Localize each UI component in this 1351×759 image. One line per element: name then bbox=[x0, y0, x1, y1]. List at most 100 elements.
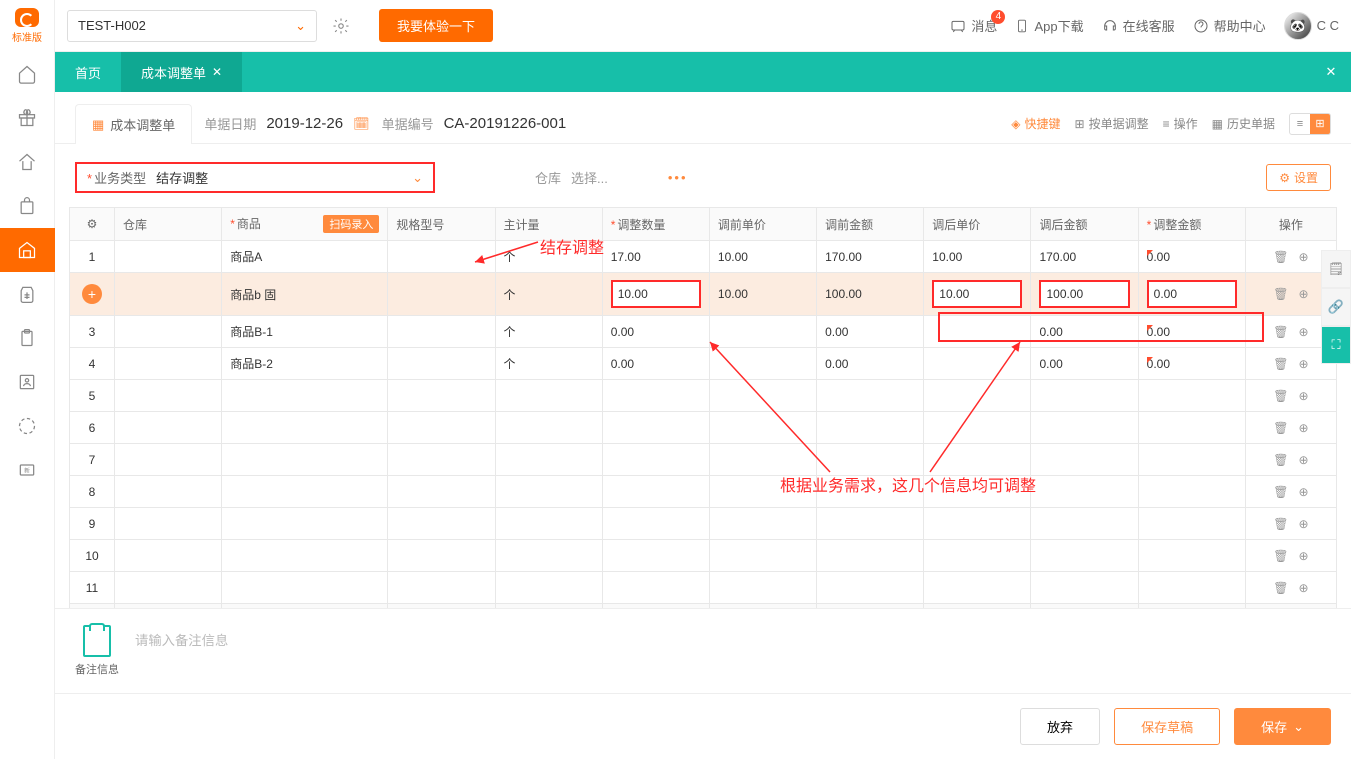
table-row[interactable]: 8🗑⊕ bbox=[70, 476, 1337, 508]
app-download-link[interactable]: App下载 bbox=[1015, 16, 1083, 35]
nav-loading-icon[interactable] bbox=[0, 404, 55, 448]
right-rail: 🗒 🔗 ⛶ bbox=[1321, 250, 1351, 364]
table-row[interactable]: 10🗑⊕ bbox=[70, 540, 1337, 572]
gear-column-icon[interactable]: ⚙ bbox=[70, 208, 115, 241]
message-badge: 4 bbox=[991, 10, 1005, 24]
date-label: 单据日期 bbox=[204, 114, 256, 133]
copy-icon[interactable]: ⊕ bbox=[1299, 549, 1309, 563]
view-toggle[interactable]: ≡ ⊞ bbox=[1289, 113, 1331, 135]
table-row[interactable]: 11🗑⊕ bbox=[70, 572, 1337, 604]
sidebar: 标准版 新 bbox=[0, 0, 55, 759]
data-table: ⚙ 仓库 *商品扫码录入 规格型号 主计量 *调整数量 调前单价 调前金额 调后… bbox=[55, 207, 1351, 608]
messages-link[interactable]: 消息 4 bbox=[950, 16, 997, 35]
save-button[interactable]: 保存⌄ bbox=[1234, 708, 1331, 745]
ops-link[interactable]: ≡ 操作 bbox=[1163, 115, 1198, 132]
avatar: 🐼 bbox=[1284, 12, 1312, 40]
help-link[interactable]: 帮助中心 bbox=[1193, 16, 1266, 35]
tab-home[interactable]: 首页 bbox=[55, 52, 121, 92]
chevron-down-icon: ⌄ bbox=[412, 170, 423, 186]
scan-button[interactable]: 扫码录入 bbox=[323, 215, 379, 233]
copy-icon[interactable]: ⊕ bbox=[1299, 250, 1309, 264]
copy-icon[interactable]: ⊕ bbox=[1299, 421, 1309, 435]
filter-row: *业务类型 结存调整 ⌄ 仓库 选择... ••• ⚙ 设置 bbox=[55, 144, 1351, 207]
chevron-down-icon: ⌄ bbox=[295, 18, 306, 34]
nav-up-icon[interactable] bbox=[0, 140, 55, 184]
trial-button[interactable]: 我要体验一下 bbox=[379, 9, 493, 42]
biz-type-field[interactable]: *业务类型 结存调整 ⌄ bbox=[75, 162, 435, 193]
docno-label: 单据编号 bbox=[382, 114, 434, 133]
copy-icon[interactable]: ⊕ bbox=[1299, 357, 1309, 371]
gear-icon[interactable] bbox=[327, 12, 355, 40]
rail-note-icon[interactable]: 🗒 bbox=[1321, 250, 1351, 288]
nav-home-icon[interactable] bbox=[0, 52, 55, 96]
note-input[interactable] bbox=[135, 625, 1331, 656]
tabs-bar: 首页 成本调整单 ✕ ✕ bbox=[55, 52, 1351, 92]
note-section: 备注信息 bbox=[55, 608, 1351, 693]
chevron-down-icon: ⌄ bbox=[1293, 719, 1304, 735]
doc-tab[interactable]: ▦ 成本调整单 bbox=[75, 104, 192, 144]
delete-icon[interactable]: 🗑 bbox=[1273, 581, 1288, 595]
table-row[interactable]: 1商品A个17.0010.00170.0010.00170.000.00🗑⊕ bbox=[70, 241, 1337, 273]
nav-person-icon[interactable] bbox=[0, 360, 55, 404]
delete-icon[interactable]: 🗑 bbox=[1273, 250, 1288, 264]
topbar: TEST-H002 ⌄ 我要体验一下 消息 4 App下载 在 bbox=[55, 0, 1351, 52]
tab-cost-adjust[interactable]: 成本调整单 ✕ bbox=[121, 52, 242, 92]
nav-bag-icon[interactable] bbox=[0, 184, 55, 228]
doc-header: ▦ 成本调整单 单据日期 2019-12-26 🗓 单据编号 CA-201912… bbox=[55, 92, 1351, 144]
table-row[interactable]: 4商品B-2个0.000.000.000.00🗑⊕ bbox=[70, 348, 1337, 380]
copy-icon[interactable]: ⊕ bbox=[1299, 287, 1309, 301]
doc-icon: ▦ bbox=[92, 117, 104, 133]
nav-money-icon[interactable] bbox=[0, 272, 55, 316]
delete-icon[interactable]: 🗑 bbox=[1273, 421, 1288, 435]
nav-new-icon[interactable]: 新 bbox=[0, 448, 55, 492]
calendar-icon[interactable]: 🗓 bbox=[353, 116, 370, 132]
table-row[interactable]: 3商品B-1个0.000.000.000.00🗑⊕ bbox=[70, 316, 1337, 348]
history-link[interactable]: ▦ 历史单据 bbox=[1212, 115, 1275, 132]
delete-icon[interactable]: 🗑 bbox=[1273, 287, 1288, 301]
save-draft-button[interactable]: 保存草稿 bbox=[1114, 708, 1220, 745]
copy-icon[interactable]: ⊕ bbox=[1299, 325, 1309, 339]
table-row[interactable]: 9🗑⊕ bbox=[70, 508, 1337, 540]
table-row[interactable]: 7🗑⊕ bbox=[70, 444, 1337, 476]
note-icon bbox=[83, 625, 111, 657]
warehouse-field[interactable]: 仓库 选择... bbox=[535, 168, 608, 187]
copy-icon[interactable]: ⊕ bbox=[1299, 453, 1309, 467]
delete-icon[interactable]: 🗑 bbox=[1273, 517, 1288, 531]
more-icon[interactable]: ••• bbox=[668, 170, 688, 185]
nav-clipboard-icon[interactable] bbox=[0, 316, 55, 360]
delete-icon[interactable]: 🗑 bbox=[1273, 357, 1288, 371]
tenant-select[interactable]: TEST-H002 ⌄ bbox=[67, 10, 317, 42]
tenant-name: TEST-H002 bbox=[78, 18, 146, 33]
service-link[interactable]: 在线客服 bbox=[1102, 16, 1175, 35]
date-value[interactable]: 2019-12-26 bbox=[266, 115, 343, 132]
close-icon[interactable]: ✕ bbox=[212, 65, 222, 79]
copy-icon[interactable]: ⊕ bbox=[1299, 581, 1309, 595]
rail-expand-icon[interactable]: ⛶ bbox=[1321, 326, 1351, 364]
nav-warehouse-icon[interactable] bbox=[0, 228, 55, 272]
delete-icon[interactable]: 🗑 bbox=[1273, 453, 1288, 467]
copy-icon[interactable]: ⊕ bbox=[1299, 517, 1309, 531]
svg-text:新: 新 bbox=[24, 467, 30, 475]
discard-button[interactable]: 放弃 bbox=[1020, 708, 1100, 745]
nav-gift-icon[interactable] bbox=[0, 96, 55, 140]
table-row[interactable]: 5🗑⊕ bbox=[70, 380, 1337, 412]
user-menu[interactable]: 🐼 C C bbox=[1284, 12, 1339, 40]
table-row[interactable]: +商品b 固个10.0010.00100.0010.00100.000.00🗑⊕ bbox=[70, 273, 1337, 316]
delete-icon[interactable]: 🗑 bbox=[1273, 325, 1288, 339]
gear-icon: ⚙ bbox=[1279, 171, 1290, 185]
logo: 标准版 bbox=[9, 8, 45, 44]
delete-icon[interactable]: 🗑 bbox=[1273, 485, 1288, 499]
table-row[interactable]: 6🗑⊕ bbox=[70, 412, 1337, 444]
copy-icon[interactable]: ⊕ bbox=[1299, 485, 1309, 499]
view-grid-icon[interactable]: ⊞ bbox=[1310, 114, 1330, 134]
shortcut-link[interactable]: ◈ 快捷键 bbox=[1011, 115, 1060, 132]
settings-button[interactable]: ⚙ 设置 bbox=[1266, 164, 1331, 191]
delete-icon[interactable]: 🗑 bbox=[1273, 389, 1288, 403]
view-list-icon[interactable]: ≡ bbox=[1290, 114, 1310, 134]
add-row-icon[interactable]: + bbox=[82, 284, 102, 304]
close-all-tabs[interactable]: ✕ bbox=[1311, 52, 1351, 92]
delete-icon[interactable]: 🗑 bbox=[1273, 549, 1288, 563]
copy-icon[interactable]: ⊕ bbox=[1299, 389, 1309, 403]
rail-link-icon[interactable]: 🔗 bbox=[1321, 288, 1351, 326]
by-doc-link[interactable]: ⊞ 按单据调整 bbox=[1075, 115, 1149, 132]
